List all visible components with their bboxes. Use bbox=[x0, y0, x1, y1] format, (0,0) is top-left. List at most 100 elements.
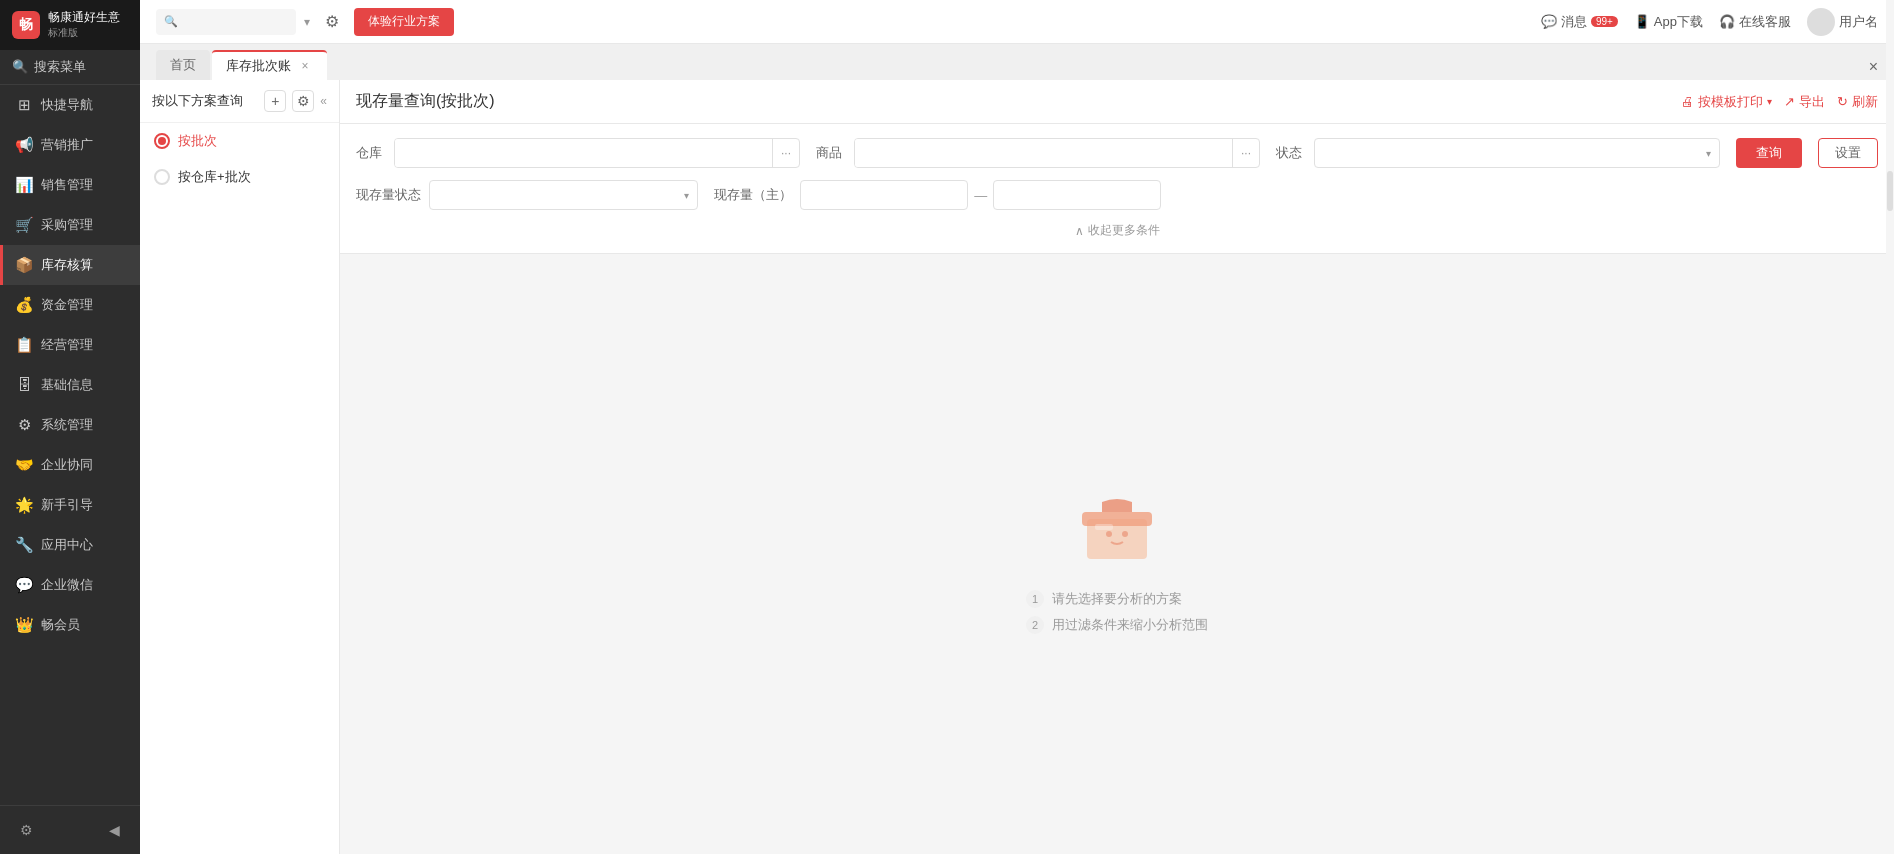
warehouse-input[interactable] bbox=[395, 139, 772, 167]
field-settings-btn[interactable]: 设置 bbox=[1818, 138, 1878, 168]
qty-dash: — bbox=[974, 188, 987, 203]
scroll-indicator[interactable] bbox=[1886, 80, 1894, 854]
tip-text-2: 用过滤条件来缩小分析范围 bbox=[1052, 616, 1208, 634]
app-download-icon: 📱 bbox=[1634, 14, 1650, 29]
tab-close-btn[interactable]: × bbox=[297, 58, 313, 74]
warehouse-field: 仓库 ··· bbox=[356, 138, 800, 168]
operations-icon: 📋 bbox=[15, 336, 33, 354]
empty-state: 1 请先选择要分析的方案 2 用过滤条件来缩小分析范围 bbox=[340, 254, 1894, 854]
sidebar-item-label: 企业微信 bbox=[41, 576, 93, 594]
collapse-more-btn[interactable]: ∧ 收起更多条件 bbox=[356, 222, 1878, 239]
page-content: 按以下方案查询 + ⚙ « 按批次 按仓 bbox=[140, 80, 1894, 854]
scroll-thumb bbox=[1887, 171, 1893, 211]
topbar-right: 💬 消息 99+ 📱 App下载 🎧 在线客服 用户名 bbox=[1541, 8, 1878, 36]
sales-icon: 📊 bbox=[15, 176, 33, 194]
product-label: 商品 bbox=[816, 144, 846, 162]
online-service-item[interactable]: 🎧 在线客服 bbox=[1719, 13, 1791, 31]
finance-icon: 💰 bbox=[15, 296, 33, 314]
sidebar-item-operations[interactable]: 📋 经营管理 bbox=[0, 325, 140, 365]
qty-min-input[interactable] bbox=[800, 180, 968, 210]
stock-status-label: 现存量状态 bbox=[356, 186, 421, 204]
sidebar-item-basic[interactable]: 🗄 基础信息 bbox=[0, 365, 140, 405]
user-avatar-item[interactable]: 用户名 bbox=[1807, 8, 1878, 36]
tip-num-2: 2 bbox=[1026, 616, 1044, 634]
filter-item-by-batch[interactable]: 按批次 bbox=[140, 123, 339, 159]
warehouse-label: 仓库 bbox=[356, 144, 386, 162]
topbar-gear-icon[interactable]: ⚙ bbox=[318, 8, 346, 36]
tab-bar-close-btn[interactable]: × bbox=[1869, 58, 1878, 76]
status-field: 状态 ▾ bbox=[1276, 138, 1720, 168]
wechat-icon: 💬 bbox=[15, 576, 33, 594]
messages-label: 消息 bbox=[1561, 13, 1587, 31]
stock-status-select[interactable]: ▾ bbox=[429, 180, 698, 210]
topbar-search-bar[interactable]: 🔍 bbox=[156, 9, 296, 35]
filter-row-2: 现存量状态 ▾ 现存量（主） — bbox=[356, 180, 1878, 210]
sidebar-item-marketing[interactable]: 📢 营销推广 bbox=[0, 125, 140, 165]
print-btn[interactable]: 🖨 按模板打印 ▾ bbox=[1681, 93, 1772, 111]
product-input[interactable] bbox=[855, 139, 1232, 167]
search-icon: 🔍 bbox=[12, 59, 28, 74]
sidebar-item-label: 经营管理 bbox=[41, 336, 93, 354]
settings-footer-icon[interactable]: ⚙ bbox=[12, 816, 40, 844]
tab-home[interactable]: 首页 bbox=[156, 50, 210, 80]
sidebar-item-member[interactable]: 👑 畅会员 bbox=[0, 605, 140, 645]
svg-rect-2 bbox=[1095, 524, 1113, 530]
sidebar-app-title: 畅康通好生意 bbox=[48, 10, 120, 26]
refresh-btn[interactable]: ↻ 刷新 bbox=[1837, 93, 1878, 111]
page-title-bar: 现存量查询(按批次) 🖨 按模板打印 ▾ ↗ 导出 ↻ 刷新 bbox=[340, 80, 1894, 124]
filter-panel-title: 按以下方案查询 bbox=[152, 92, 243, 110]
svg-point-4 bbox=[1122, 531, 1128, 537]
sidebar-item-quick-nav[interactable]: ⊞ 快捷导航 bbox=[0, 85, 140, 125]
empty-tips: 1 请先选择要分析的方案 2 用过滤条件来缩小分析范围 bbox=[1026, 590, 1208, 634]
product-dots[interactable]: ··· bbox=[1232, 139, 1259, 167]
user-name: 用户名 bbox=[1839, 13, 1878, 31]
empty-icon bbox=[1067, 474, 1167, 574]
system-icon: ⚙ bbox=[15, 416, 33, 434]
message-icon: 💬 bbox=[1541, 14, 1557, 29]
filter-settings-btn[interactable]: ⚙ bbox=[292, 90, 314, 112]
sidebar-item-finance[interactable]: 💰 资金管理 bbox=[0, 285, 140, 325]
sidebar-item-inventory[interactable]: 📦 库存核算 bbox=[0, 245, 140, 285]
filter-header-actions: + ⚙ « bbox=[264, 90, 327, 112]
export-label: 导出 bbox=[1799, 93, 1825, 111]
sidebar-item-label: 系统管理 bbox=[41, 416, 93, 434]
svg-point-3 bbox=[1106, 531, 1112, 537]
sidebar-item-sales[interactable]: 📊 销售管理 bbox=[0, 165, 140, 205]
status-select[interactable]: ▾ bbox=[1314, 138, 1720, 168]
sidebar-item-enterprise[interactable]: 🤝 企业协同 bbox=[0, 445, 140, 485]
sidebar-item-label: 营销推广 bbox=[41, 136, 93, 154]
sidebar-item-newbie[interactable]: 🌟 新手引导 bbox=[0, 485, 140, 525]
sidebar-search[interactable]: 🔍 搜索菜单 bbox=[0, 50, 140, 85]
basic-icon: 🗄 bbox=[15, 376, 33, 394]
app-download-item[interactable]: 📱 App下载 bbox=[1634, 13, 1703, 31]
query-btn[interactable]: 查询 bbox=[1736, 138, 1802, 168]
qty-max-input[interactable] bbox=[993, 180, 1161, 210]
topbar-search-icon: 🔍 bbox=[164, 15, 178, 28]
warehouse-input-wrapper[interactable]: ··· bbox=[394, 138, 800, 168]
filter-add-btn[interactable]: + bbox=[264, 90, 286, 112]
print-dropdown-icon[interactable]: ▾ bbox=[1767, 96, 1772, 107]
export-btn[interactable]: ↗ 导出 bbox=[1784, 93, 1825, 111]
filter-panel-header: 按以下方案查询 + ⚙ « bbox=[140, 80, 339, 123]
warehouse-dots[interactable]: ··· bbox=[772, 139, 799, 167]
collapse-sidebar-icon[interactable]: ◀ bbox=[100, 816, 128, 844]
filter-item-by-warehouse-batch[interactable]: 按仓库+批次 bbox=[140, 159, 339, 195]
sidebar-item-system[interactable]: ⚙ 系统管理 bbox=[0, 405, 140, 445]
sidebar-item-app-center[interactable]: 🔧 应用中心 bbox=[0, 525, 140, 565]
filter-item-by-warehouse-batch-label: 按仓库+批次 bbox=[178, 168, 251, 186]
messages-badge: 99+ bbox=[1591, 16, 1618, 27]
tabbar: 首页 库存批次账 × × bbox=[140, 44, 1894, 80]
sidebar-item-label: 快捷导航 bbox=[41, 96, 93, 114]
refresh-label: 刷新 bbox=[1852, 93, 1878, 111]
tab-current-label: 库存批次账 bbox=[226, 57, 291, 75]
messages-item[interactable]: 💬 消息 99+ bbox=[1541, 13, 1618, 31]
sidebar-item-purchase[interactable]: 🛒 采购管理 bbox=[0, 205, 140, 245]
tab-inventory-batch[interactable]: 库存批次账 × bbox=[212, 50, 327, 80]
product-input-wrapper[interactable]: ··· bbox=[854, 138, 1260, 168]
topbar-dropdown-icon[interactable]: ▾ bbox=[304, 15, 310, 29]
experience-btn[interactable]: 体验行业方案 bbox=[354, 8, 454, 36]
content-area: 现存量查询(按批次) 🖨 按模板打印 ▾ ↗ 导出 ↻ 刷新 bbox=[340, 80, 1894, 854]
user-avatar bbox=[1807, 8, 1835, 36]
filter-collapse-btn[interactable]: « bbox=[320, 94, 327, 108]
sidebar-item-wechat[interactable]: 💬 企业微信 bbox=[0, 565, 140, 605]
